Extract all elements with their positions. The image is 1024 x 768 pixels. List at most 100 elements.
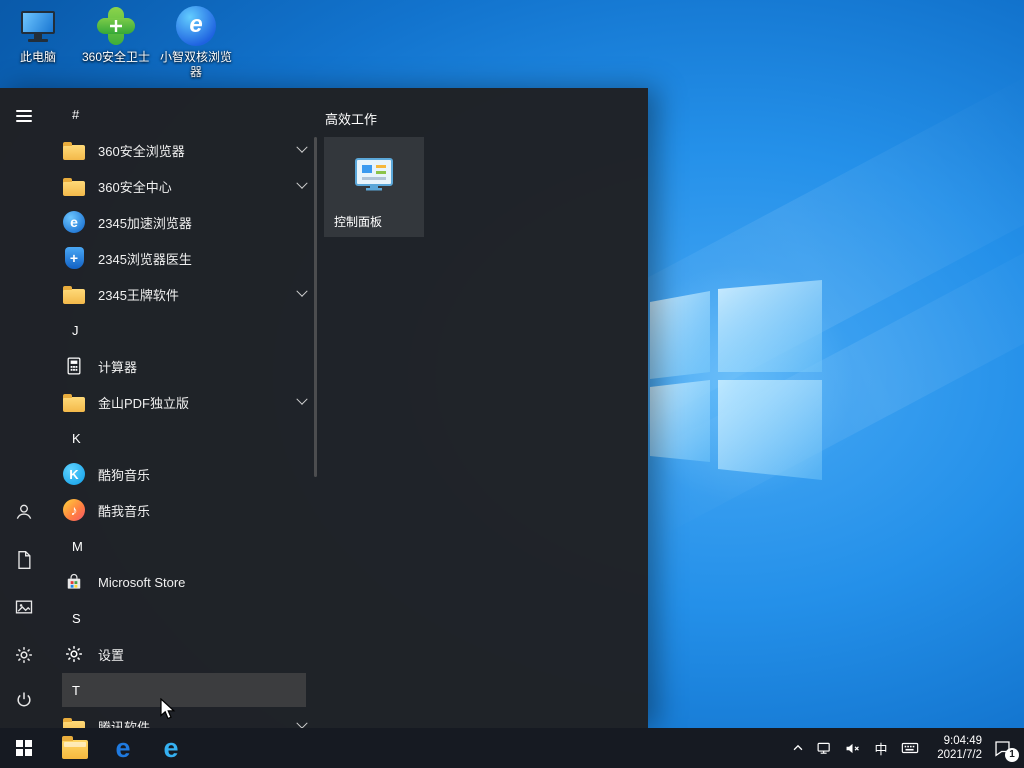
hamburger-icon bbox=[16, 110, 32, 122]
start-app-2345-doctor[interactable]: 2345浏览器医生 bbox=[48, 240, 316, 276]
app-label: 腾讯软件 bbox=[98, 719, 151, 729]
section-letter: K bbox=[72, 430, 81, 446]
desktop-icon-label: 小智双核浏览器 bbox=[159, 50, 232, 79]
folder-icon bbox=[63, 141, 85, 160]
this-pc-icon bbox=[18, 6, 58, 46]
browser-2345-button[interactable]: e bbox=[99, 728, 147, 768]
windows-logo-wallpaper bbox=[578, 218, 898, 548]
tray-overflow-button[interactable] bbox=[791, 741, 805, 755]
touch-keyboard-button[interactable] bbox=[901, 739, 919, 757]
start-app-2345-suite[interactable]: 2345王牌软件 bbox=[48, 276, 316, 312]
pictures-icon bbox=[15, 600, 33, 614]
taskbar: e e 中 9:04:49 2021/7/2 1 bbox=[0, 728, 1024, 768]
tile-group-title[interactable]: 高效工作 bbox=[325, 109, 377, 128]
notification-badge: 1 bbox=[1005, 747, 1019, 762]
360-safe-icon bbox=[96, 6, 136, 46]
xiaozhi-browser-icon bbox=[176, 6, 216, 46]
folder-icon bbox=[63, 717, 85, 728]
section-letter: J bbox=[72, 322, 79, 338]
desktop-icon-label: 360安全卫士 bbox=[81, 50, 151, 64]
chevron-down-icon[interactable] bbox=[296, 141, 308, 153]
start-menu-rail bbox=[0, 88, 48, 728]
keyboard-icon bbox=[901, 742, 919, 754]
speaker-muted-icon bbox=[846, 743, 859, 753]
ime-indicator[interactable]: 中 bbox=[872, 739, 890, 758]
calculator-icon bbox=[67, 357, 81, 375]
power-button[interactable] bbox=[0, 680, 48, 720]
start-button[interactable] bbox=[0, 728, 48, 768]
app-label: 2345浏览器医生 bbox=[98, 251, 192, 267]
start-menu: # 360安全浏览器 360安全中心 2345加速浏览器 2345浏览器医生 2… bbox=[0, 88, 648, 728]
folder-icon bbox=[63, 177, 85, 196]
network-button[interactable] bbox=[816, 740, 833, 757]
app-label: 2345王牌软件 bbox=[98, 287, 179, 303]
desktop-icon-xiaozhi-browser[interactable]: 小智双核浏览器 bbox=[158, 6, 234, 80]
action-center-button[interactable]: 1 bbox=[993, 739, 1019, 762]
user-account-button[interactable] bbox=[0, 492, 48, 532]
app-label: 2345加速浏览器 bbox=[98, 215, 192, 231]
chevron-down-icon[interactable] bbox=[296, 285, 308, 297]
start-menu-app-list: # 360安全浏览器 360安全中心 2345加速浏览器 2345浏览器医生 2… bbox=[48, 96, 316, 728]
user-icon bbox=[16, 504, 32, 519]
menu-expand-button[interactable] bbox=[0, 96, 48, 136]
folder-icon bbox=[63, 285, 85, 304]
kugou-icon bbox=[63, 463, 85, 485]
gear-icon bbox=[16, 647, 32, 663]
app-label: Microsoft Store bbox=[98, 574, 186, 590]
section-letter: # bbox=[72, 106, 80, 122]
start-app-kugou-music[interactable]: 酷狗音乐 bbox=[48, 456, 316, 492]
system-tray: 中 9:04:49 2021/7/2 1 bbox=[791, 728, 1024, 768]
start-app-tencent-software[interactable]: 腾讯软件 bbox=[48, 708, 316, 728]
clock-date: 2021/7/2 bbox=[937, 749, 982, 761]
file-explorer-button[interactable] bbox=[51, 728, 99, 768]
section-letter: S bbox=[72, 610, 81, 626]
start-menu-tiles: 高效工作 控制面板 bbox=[316, 88, 648, 728]
folder-icon bbox=[62, 736, 88, 759]
start-app-calculator[interactable]: 计算器 bbox=[48, 348, 316, 384]
gear-icon bbox=[66, 646, 82, 662]
section-header[interactable]: M bbox=[48, 528, 316, 564]
section-header[interactable]: # bbox=[48, 96, 316, 132]
app-label: 360安全中心 bbox=[98, 179, 172, 195]
section-header[interactable]: S bbox=[48, 600, 316, 636]
start-app-360-center[interactable]: 360安全中心 bbox=[48, 168, 316, 204]
desktop-icon-360-safe[interactable]: 360安全卫士 bbox=[78, 6, 154, 65]
pictures-button[interactable] bbox=[0, 587, 48, 627]
start-app-kuwo-music[interactable]: 酷我音乐 bbox=[48, 492, 316, 528]
control-panel-icon bbox=[353, 157, 395, 193]
browser-e-icon: e bbox=[115, 732, 131, 763]
desktop-icon-this-pc[interactable]: 此电脑 bbox=[0, 6, 76, 65]
windows-logo-icon bbox=[16, 740, 32, 756]
app-label: 360安全浏览器 bbox=[98, 143, 185, 159]
clock-time: 9:04:49 bbox=[943, 735, 982, 747]
taskbar-clock[interactable]: 9:04:49 2021/7/2 bbox=[930, 734, 982, 762]
power-icon bbox=[17, 692, 31, 707]
tile-control-panel[interactable]: 控制面板 bbox=[324, 137, 424, 237]
start-app-360-browser[interactable]: 360安全浏览器 bbox=[48, 132, 316, 168]
chevron-down-icon[interactable] bbox=[296, 717, 308, 728]
start-app-kingsoft-pdf[interactable]: 金山PDF独立版 bbox=[48, 384, 316, 420]
start-app-2345-browser[interactable]: 2345加速浏览器 bbox=[48, 204, 316, 240]
section-header[interactable]: J bbox=[48, 312, 316, 348]
volume-button[interactable] bbox=[844, 740, 861, 757]
app-label: 金山PDF独立版 bbox=[98, 395, 190, 411]
chevron-up-icon bbox=[793, 744, 803, 751]
documents-button[interactable] bbox=[0, 540, 48, 580]
kuwo-icon bbox=[63, 499, 85, 521]
section-header[interactable]: K bbox=[48, 420, 316, 456]
browser-e-icon: e bbox=[163, 732, 179, 763]
section-letter: M bbox=[72, 538, 83, 554]
document-icon bbox=[18, 551, 31, 569]
section-header-highlighted[interactable]: T bbox=[62, 673, 306, 707]
start-app-microsoft-store[interactable]: Microsoft Store bbox=[48, 564, 316, 600]
shield-icon bbox=[64, 247, 84, 269]
start-app-settings[interactable]: 设置 bbox=[48, 636, 316, 672]
chevron-down-icon[interactable] bbox=[296, 177, 308, 189]
browser-360-button[interactable]: e bbox=[147, 728, 195, 768]
store-icon bbox=[67, 573, 81, 589]
chevron-down-icon[interactable] bbox=[296, 393, 308, 405]
app-label: 计算器 bbox=[98, 359, 138, 375]
network-icon bbox=[817, 742, 830, 754]
settings-button[interactable] bbox=[0, 635, 48, 675]
tile-label: 控制面板 bbox=[334, 215, 383, 229]
